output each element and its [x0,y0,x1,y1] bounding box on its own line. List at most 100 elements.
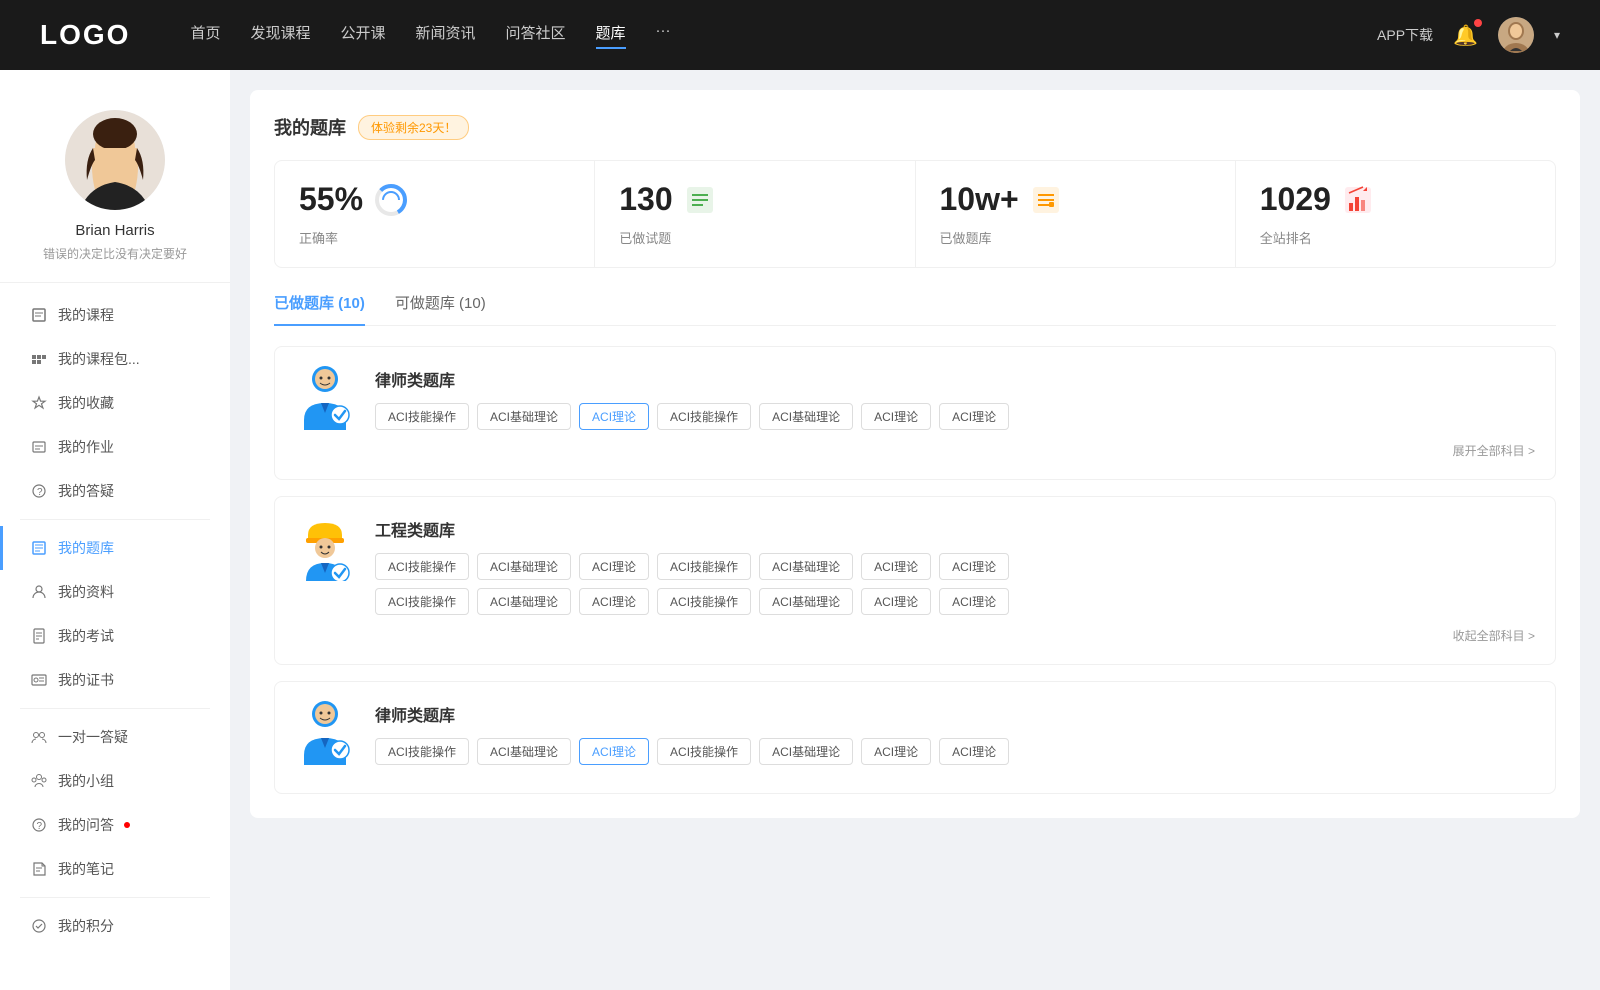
stat-done: 130 已做试题 [595,161,915,267]
points-icon [30,917,48,935]
tag-0-5[interactable]: ACI理论 [861,403,931,430]
sidebar-label-packages: 我的课程包... [58,349,140,369]
sidebar-item-group[interactable]: 我的小组 [0,759,230,803]
notification-bell[interactable]: 🔔 [1453,23,1478,48]
sidebar-label-points: 我的积分 [58,916,114,936]
page-header: 我的题库 体验剩余23天！ [274,114,1556,140]
lawyer-svg-0 [296,365,354,430]
tag-2-6[interactable]: ACI理论 [939,738,1009,765]
stat-accuracy-value: 55% [299,181,363,218]
stat-accuracy-main: 55% [299,181,570,218]
qbank-content-0: 律师类题库 ACI技能操作 ACI基础理论 ACI理论 ACI技能操作 ACI基… [375,367,1535,459]
tag-1-8[interactable]: ACI基础理论 [477,588,571,615]
tag-1-1[interactable]: ACI基础理论 [477,553,571,580]
nav-news[interactable]: 新闻资讯 [416,22,476,49]
stats-row: 55% 正确率 130 [274,160,1556,268]
tag-1-11[interactable]: ACI基础理论 [759,588,853,615]
qbank-title-0: 律师类题库 [375,367,1535,391]
tag-0-2[interactable]: ACI理论 [579,403,649,430]
1on1-icon [30,728,48,746]
user-avatar-nav[interactable] [1498,17,1534,53]
nav-discover[interactable]: 发现课程 [250,22,310,49]
tag-2-0[interactable]: ACI技能操作 [375,738,469,765]
tag-1-6[interactable]: ACI理论 [939,553,1009,580]
svg-text:?: ? [37,821,43,832]
tag-1-9[interactable]: ACI理论 [579,588,649,615]
expand-link-0[interactable]: 展开全部科目 > [375,438,1535,459]
tag-1-4[interactable]: ACI基础理论 [759,553,853,580]
nav-mooc[interactable]: 公开课 [340,22,385,49]
qbank-title-2: 律师类题库 [375,702,1535,726]
sidebar-item-qanda[interactable]: ? 我的答疑 [0,469,230,513]
tag-1-3[interactable]: ACI技能操作 [657,553,751,580]
sidebar-label-favorites: 我的收藏 [58,393,114,413]
sidebar-label-exam: 我的考试 [58,626,114,646]
tag-1-7[interactable]: ACI技能操作 [375,588,469,615]
stat-total-value: 10w+ [940,181,1019,218]
tag-1-12[interactable]: ACI理论 [861,588,931,615]
content-card: 我的题库 体验剩余23天！ 55% 正确率 [250,90,1580,818]
qbank-title-1: 工程类题库 [375,517,1535,541]
tab-available[interactable]: 可做题库 (10) [395,292,486,325]
accuracy-pie-chart [373,182,409,218]
tag-1-13[interactable]: ACI理论 [939,588,1009,615]
nav-qa[interactable]: 问答社区 [506,22,566,49]
sidebar-item-qbank[interactable]: 我的题库 [0,526,230,570]
sidebar-item-myqa[interactable]: ? 我的问答 [0,803,230,847]
tag-2-4[interactable]: ACI基础理论 [759,738,853,765]
sidebar-item-notes[interactable]: 我的笔记 [0,847,230,891]
expand-link-1[interactable]: 收起全部科目 > [375,623,1535,644]
qbank-content-2: 律师类题库 ACI技能操作 ACI基础理论 ACI理论 ACI技能操作 ACI基… [375,702,1535,773]
sidebar-item-profile[interactable]: 我的资料 [0,570,230,614]
engineer-svg [296,513,354,581]
nav-home[interactable]: 首页 [190,22,220,49]
homework-icon [30,438,48,456]
divider-1 [20,519,210,520]
stat-rank-value: 1029 [1260,181,1331,218]
favorites-icon [30,394,48,412]
nav-right: APP下载 🔔 ▾ [1377,17,1560,53]
app-download-link[interactable]: APP下载 [1377,25,1433,45]
tag-0-3[interactable]: ACI技能操作 [657,403,751,430]
sidebar: Brian Harris 错误的决定比没有决定要好 我的课程 我的课程包... [0,70,230,990]
qbank-card-1: 工程类题库 ACI技能操作 ACI基础理论 ACI理论 ACI技能操作 ACI基… [274,496,1556,665]
tag-0-6[interactable]: ACI理论 [939,403,1009,430]
tag-0-0[interactable]: ACI技能操作 [375,403,469,430]
tag-0-4[interactable]: ACI基础理论 [759,403,853,430]
qbank-icon-2 [295,702,355,762]
stat-done-main: 130 [619,181,890,218]
tag-1-0[interactable]: ACI技能操作 [375,553,469,580]
tag-2-2[interactable]: ACI理论 [579,738,649,765]
user-menu-chevron[interactable]: ▾ [1554,28,1560,42]
sidebar-item-certificate[interactable]: 我的证书 [0,658,230,702]
sidebar-item-homework[interactable]: 我的作业 [0,425,230,469]
tag-1-10[interactable]: ACI技能操作 [657,588,751,615]
tags-row-2: ACI技能操作 ACI基础理论 ACI理论 ACI技能操作 ACI基础理论 AC… [375,738,1535,765]
qbank-card-0: 律师类题库 ACI技能操作 ACI基础理论 ACI理论 ACI技能操作 ACI基… [274,346,1556,480]
sidebar-item-packages[interactable]: 我的课程包... [0,337,230,381]
sidebar-item-courses[interactable]: 我的课程 [0,293,230,337]
nav-qbank[interactable]: 题库 [596,22,626,49]
sidebar-item-favorites[interactable]: 我的收藏 [0,381,230,425]
sidebar-item-exam[interactable]: 我的考试 [0,614,230,658]
tag-2-1[interactable]: ACI基础理论 [477,738,571,765]
divider-3 [20,897,210,898]
qbank-icon-1 [295,517,355,577]
tag-2-3[interactable]: ACI技能操作 [657,738,751,765]
stat-done-label: 已做试题 [619,228,890,247]
tags-row-0: ACI技能操作 ACI基础理论 ACI理论 ACI技能操作 ACI基础理论 AC… [375,403,1535,430]
courses-icon [30,306,48,324]
notes-icon [30,860,48,878]
sidebar-item-points[interactable]: 我的积分 [0,904,230,948]
myqa-icon: ? [30,816,48,834]
tag-0-1[interactable]: ACI基础理论 [477,403,571,430]
tag-1-2[interactable]: ACI理论 [579,553,649,580]
nav-more[interactable]: ··· [656,22,671,49]
sidebar-item-1on1[interactable]: 一对一答疑 [0,715,230,759]
main-content: 我的题库 体验剩余23天！ 55% 正确率 [230,70,1600,990]
tag-1-5[interactable]: ACI理论 [861,553,931,580]
certificate-icon [30,671,48,689]
total-icon [1029,183,1063,217]
tag-2-5[interactable]: ACI理论 [861,738,931,765]
tab-done[interactable]: 已做题库 (10) [274,292,365,325]
